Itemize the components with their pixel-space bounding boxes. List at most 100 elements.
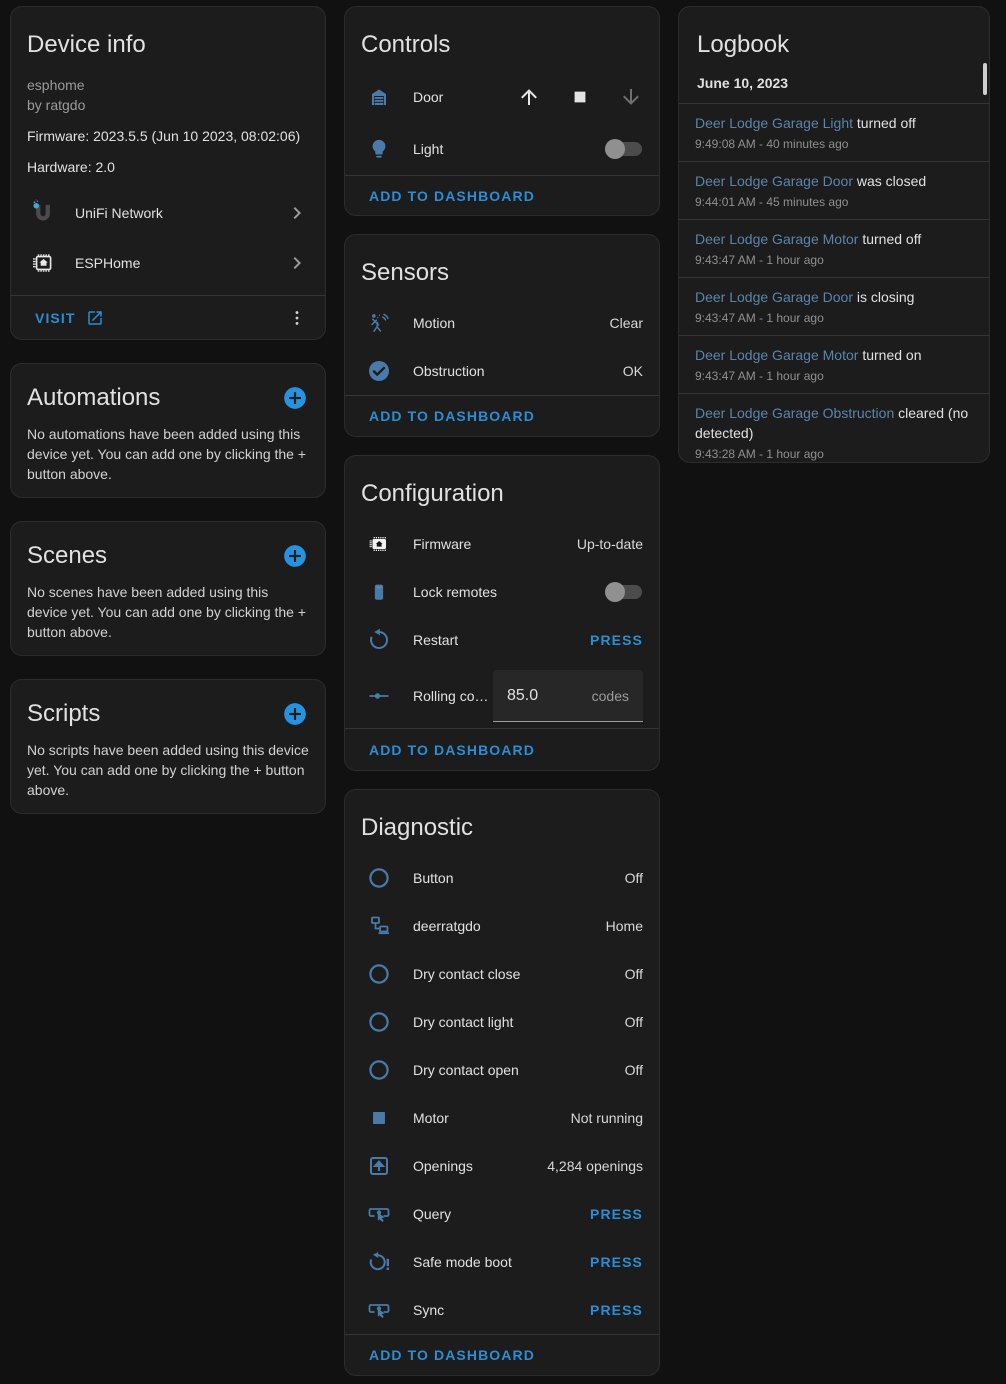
lightbulb-icon	[367, 137, 391, 161]
control-label: Door	[413, 89, 444, 105]
rolling-code-field: codes	[493, 670, 643, 722]
light-toggle[interactable]	[605, 138, 643, 160]
logbook-timestamp: 9:43:47 AM - 1 hour ago	[695, 311, 824, 325]
safe-mode-boot-press-button[interactable]: PRESS	[590, 1254, 643, 1270]
device-name: esphome	[27, 77, 85, 93]
device-info-actions: VISIT	[11, 295, 325, 339]
integration-row-unifi[interactable]: UniFi Network	[11, 189, 325, 237]
diag-label: deerratgdo	[413, 918, 481, 934]
config-row-restart: Restart PRESS	[345, 616, 659, 664]
diag-row-deerratgdo: deerratgdo Home	[345, 902, 659, 950]
gesture-tap-icon	[367, 1202, 391, 1226]
restart-icon	[367, 628, 391, 652]
restart-press-button[interactable]: PRESS	[590, 632, 643, 648]
external-link-icon	[86, 309, 104, 327]
middle-column: Controls Door Light ADD TO DASHBOARD Sen…	[344, 6, 660, 1376]
diag-row-openings: Openings 4,284 openings	[345, 1142, 659, 1190]
device-hardware: Hardware: 2.0	[27, 159, 115, 175]
diag-row-safe-mode-boot: Safe mode boot PRESS	[345, 1238, 659, 1286]
integration-row-esphome[interactable]: ESPHome	[11, 239, 325, 287]
rolling-code-unit: codes	[591, 687, 629, 704]
controls-card: Controls Door Light ADD TO DASHBOARD	[344, 6, 660, 216]
control-label: Light	[413, 141, 444, 157]
logbook-entry: Deer Lodge Garage Motor turned on 9:43:4…	[679, 335, 989, 393]
logbook-timestamp: 9:49:08 AM - 40 minutes ago	[695, 137, 849, 151]
lock-remotes-toggle[interactable]	[605, 581, 643, 603]
esphome-chip-icon	[27, 247, 59, 279]
arrow-down-icon	[623, 89, 639, 105]
query-press-button[interactable]: PRESS	[590, 1206, 643, 1222]
diag-state: Not running	[570, 1110, 643, 1126]
controls-add-to-dashboard-button[interactable]: ADD TO DASHBOARD	[369, 188, 535, 204]
circle-outline-icon	[367, 962, 391, 986]
scenes-title: Scenes	[27, 542, 108, 569]
logbook-title: Logbook	[697, 31, 790, 58]
overflow-menu-icon[interactable]	[285, 306, 309, 330]
logbook-timestamp: 9:43:47 AM - 1 hour ago	[695, 253, 824, 267]
logbook-entity-link[interactable]: Deer Lodge Garage Light	[695, 115, 853, 131]
visit-button[interactable]: VISIT	[35, 309, 104, 327]
diag-label: Motor	[413, 1110, 449, 1126]
diag-label: Query	[413, 1206, 452, 1222]
logbook-entity-link[interactable]: Deer Lodge Garage Motor	[695, 231, 858, 247]
diag-state: Off	[624, 870, 643, 886]
logbook-entity-link[interactable]: Deer Lodge Garage Motor	[695, 347, 858, 363]
sensor-state: Clear	[609, 315, 643, 331]
logbook-date-header: June 10, 2023	[697, 75, 789, 91]
device-info-title: Device info	[27, 31, 146, 58]
plus-circle-icon	[284, 387, 306, 409]
diagnostic-add-to-dashboard-button[interactable]: ADD TO DASHBOARD	[369, 1347, 535, 1363]
left-column: Device info esphome by ratgdo Firmware: …	[10, 6, 326, 814]
door-open-button[interactable]	[517, 85, 541, 109]
diag-state: Off	[624, 966, 643, 982]
device-firmware: Firmware: 2023.5.5 (Jun 10 2023, 08:02:0…	[27, 128, 301, 144]
remote-icon	[367, 580, 391, 604]
add-scene-button[interactable]	[281, 542, 309, 570]
controls-title: Controls	[361, 31, 451, 58]
device-byline: by ratgdo	[27, 97, 86, 113]
scripts-title: Scripts	[27, 700, 101, 727]
unifi-logo-icon	[27, 197, 59, 229]
door-close-button[interactable]	[619, 85, 643, 109]
diag-label: Safe mode boot	[413, 1254, 512, 1270]
logbook-action: turned off	[856, 115, 916, 131]
add-script-button[interactable]	[281, 700, 309, 728]
visit-label: VISIT	[35, 309, 76, 326]
circle-outline-icon	[367, 1010, 391, 1034]
door-stop-button[interactable]	[568, 85, 592, 109]
add-automation-button[interactable]	[281, 384, 309, 412]
logbook-entity-link[interactable]: Deer Lodge Garage Door	[695, 289, 853, 305]
right-column: Logbook June 10, 2023 Deer Lodge Garage …	[678, 6, 990, 463]
logbook-entity-link[interactable]: Deer Lodge Garage Door	[695, 173, 853, 189]
sensor-row-obstruction: Obstruction OK	[345, 347, 659, 395]
logbook-card: Logbook June 10, 2023 Deer Lodge Garage …	[678, 6, 990, 463]
sync-press-button[interactable]: PRESS	[590, 1302, 643, 1318]
diag-row-dry-contact-open: Dry contact open Off	[345, 1046, 659, 1094]
sensors-card: Sensors Motion Clear Obstruction OK ADD …	[344, 234, 660, 437]
garage-icon	[367, 85, 391, 109]
sensors-add-to-dashboard-button[interactable]: ADD TO DASHBOARD	[369, 408, 535, 424]
logbook-entity-link[interactable]: Deer Lodge Garage Obstruction	[695, 405, 894, 421]
plus-circle-icon	[284, 703, 306, 725]
logbook-entry: Deer Lodge Garage Door is closing 9:43:4…	[679, 277, 989, 335]
logbook-scrollbar-thumb[interactable]	[983, 63, 987, 95]
logbook-action: was closed	[856, 173, 927, 189]
rolling-code-input[interactable]	[507, 686, 577, 705]
stop-icon	[574, 91, 586, 103]
sensor-row-motion: Motion Clear	[345, 299, 659, 347]
configuration-add-to-dashboard-button[interactable]: ADD TO DASHBOARD	[369, 742, 535, 758]
diag-row-motor: Motor Not running	[345, 1094, 659, 1142]
logbook-entry: Deer Lodge Garage Obstruction cleared (n…	[679, 393, 989, 462]
scripts-card: Scripts No scripts have been added using…	[10, 679, 326, 814]
circle-outline-icon	[367, 866, 391, 890]
network-icon	[367, 914, 391, 938]
logbook-action: is closing	[856, 289, 915, 305]
check-circle-icon	[367, 359, 391, 383]
diag-label: Dry contact open	[413, 1062, 519, 1078]
config-label: Lock remotes	[413, 584, 498, 600]
logbook-timestamp: 9:43:47 AM - 1 hour ago	[695, 369, 824, 383]
sensor-state: OK	[622, 363, 643, 379]
integration-label: UniFi Network	[75, 205, 163, 221]
diag-state: Home	[605, 918, 643, 934]
stop-square-icon	[367, 1106, 391, 1130]
